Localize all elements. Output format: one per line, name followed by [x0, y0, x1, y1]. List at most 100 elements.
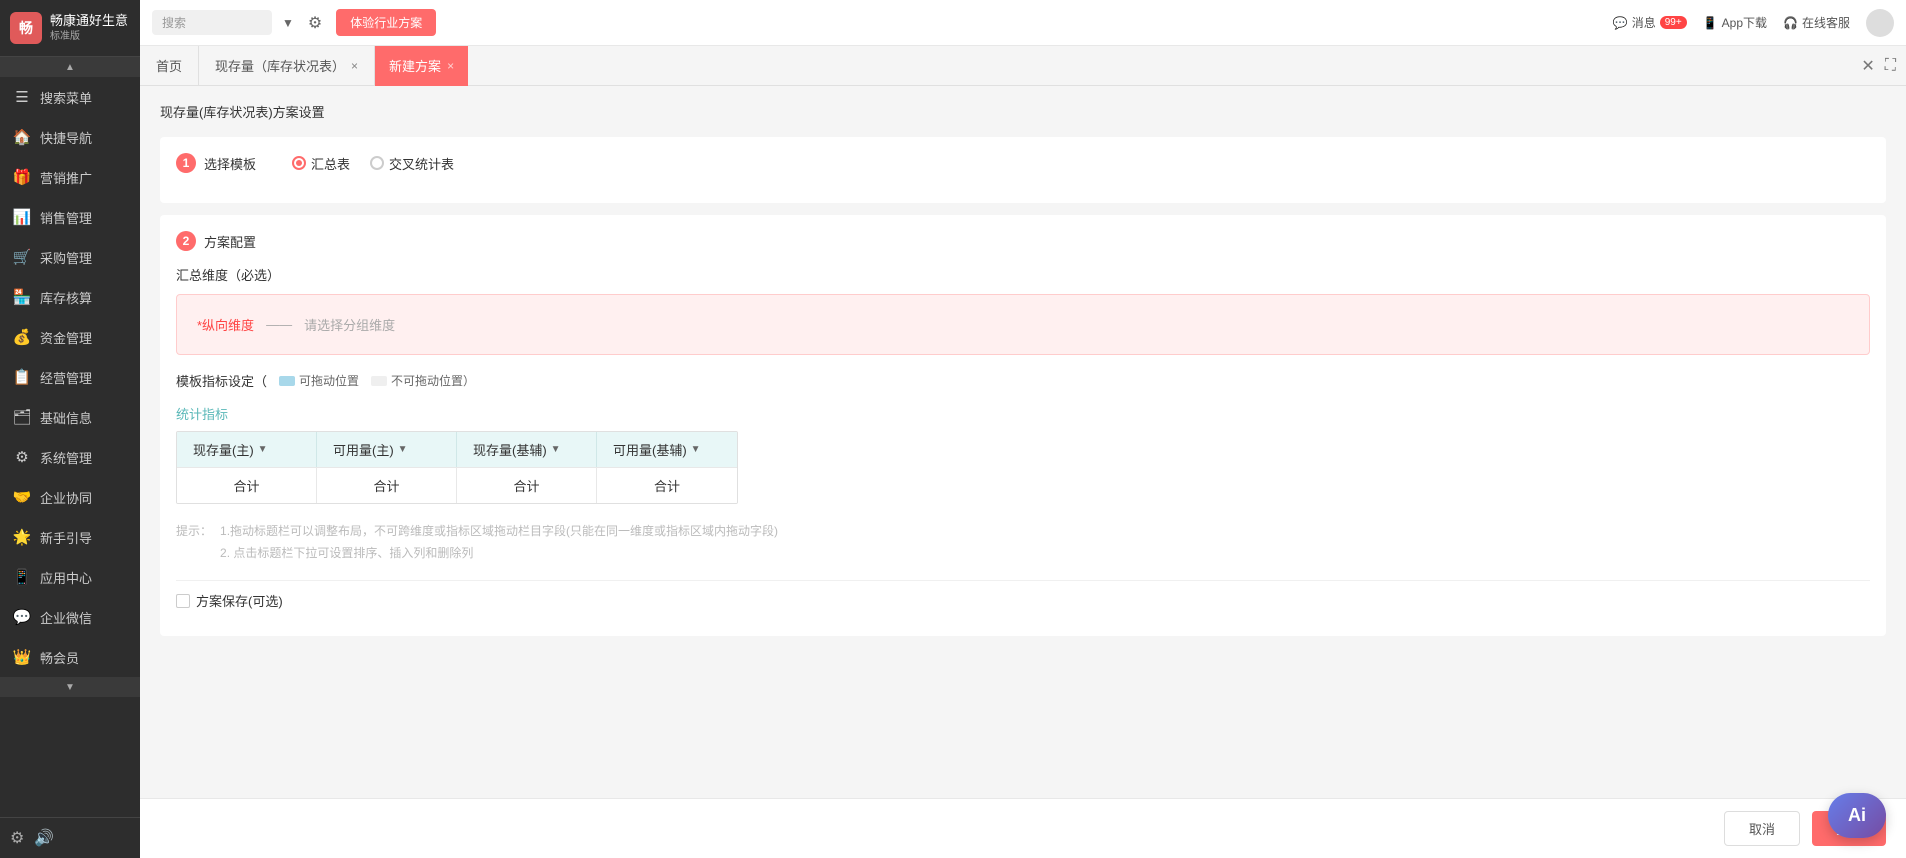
topbar-search-display: 搜索 — [152, 10, 272, 35]
basic-info-icon: 🗂 — [12, 407, 32, 427]
finance-icon: 💰 — [12, 327, 32, 347]
stats-col-2-label: 现存量(基辅) — [473, 440, 547, 459]
stats-body-col-2: 合计 — [457, 468, 597, 503]
app-center-icon: 📱 — [12, 567, 32, 587]
window-expand-icon[interactable]: ⛶ — [1885, 57, 1896, 75]
sidebar: 畅 畅康通好生意 标准版 ▲ ☰ 搜索菜单 🏠 快捷导航 🎁 营销推广 📊 销售… — [0, 0, 140, 858]
sidebar-item-purchase[interactable]: 🛒 采购管理 — [0, 237, 140, 277]
quick-nav-icon: 🏠 — [12, 127, 32, 147]
dimension-box[interactable]: *纵向维度 —— 请选择分组维度 — [176, 294, 1870, 355]
topbar-dropdown-icon[interactable]: ▼ — [282, 16, 294, 30]
tab-bar: 首页 现存量（库存状况表） × 新建方案 × ✕ ⛶ — [140, 46, 1906, 86]
draggable-label: 可拖动位置 — [299, 372, 359, 389]
message-label: 消息 — [1632, 14, 1656, 31]
app-download-button[interactable]: 📱 App下载 — [1703, 14, 1767, 31]
customer-service-button[interactable]: 🎧 在线客服 — [1783, 14, 1850, 31]
stats-header-col-0[interactable]: 现存量(主) ▼ — [177, 432, 317, 467]
tab-inventory-status[interactable]: 现存量（库存状况表） × — [199, 46, 375, 86]
stats-col-3-label: 可用量(基辅) — [613, 440, 687, 459]
tip-2-text: 2. 点击标题栏下拉可设置排序、插入列和删除列 — [220, 543, 473, 565]
topbar-gear-icon[interactable]: ⚙ — [308, 13, 322, 33]
user-avatar[interactable] — [1866, 9, 1894, 37]
app-subtitle: 标准版 — [50, 30, 128, 43]
sidebar-item-label: 畅会员 — [40, 648, 79, 667]
cancel-button[interactable]: 取消 — [1724, 811, 1800, 846]
sidebar-item-system[interactable]: ⚙ 系统管理 — [0, 437, 140, 477]
non-draggable-color-box — [371, 376, 387, 386]
sidebar-item-inventory[interactable]: 🏪 库存核算 — [0, 277, 140, 317]
step1-header: 1 选择模板 汇总表 交叉统计表 — [176, 153, 1870, 173]
stats-col-1-label: 可用量(主) — [333, 440, 394, 459]
sidebar-bottom: ⚙ 🔊 — [0, 817, 140, 858]
stats-header-col-1[interactable]: 可用量(主) ▼ — [317, 432, 457, 467]
search-menu-icon: ☰ — [12, 87, 32, 107]
draggable-color-box — [279, 376, 295, 386]
sidebar-item-wechat[interactable]: 💬 企业微信 — [0, 597, 140, 637]
content-area: 现存量(库存状况表)方案设置 1 选择模板 汇总表 交叉统计表 — [140, 86, 1906, 798]
tabs-window-controls: ✕ ⛶ — [1861, 56, 1906, 76]
download-icon: 📱 — [1703, 16, 1718, 30]
step1-section: 1 选择模板 汇总表 交叉统计表 — [160, 137, 1886, 203]
footer: 取消 查询 — [140, 798, 1906, 858]
stats-header-col-2[interactable]: 现存量(基辅) ▼ — [457, 432, 597, 467]
save-checkbox[interactable] — [176, 594, 190, 608]
sidebar-item-label: 库存核算 — [40, 288, 92, 307]
ai-bubble[interactable]: Ai — [1828, 793, 1886, 838]
radio-cross[interactable]: 交叉统计表 — [370, 154, 454, 173]
sidebar-item-label: 采购管理 — [40, 248, 92, 267]
step2-badge: 2 — [176, 231, 196, 251]
sidebar-item-label: 搜索菜单 — [40, 88, 92, 107]
save-option-label: 方案保存(可选) — [196, 591, 283, 610]
app-download-label: App下载 — [1722, 14, 1767, 31]
stats-body-col-1: 合计 — [317, 468, 457, 503]
stats-body-row: 合计 合计 合计 合计 — [177, 467, 737, 503]
dim-required-mark: *纵向维度 — [197, 315, 254, 334]
step1-badge: 1 — [176, 153, 196, 173]
tab-inventory-close[interactable]: × — [351, 59, 358, 73]
tab-home[interactable]: 首页 — [140, 46, 199, 86]
sidebar-item-label: 销售管理 — [40, 208, 92, 227]
template-indicators: 模板指标设定（ 可拖动位置 不可拖动位置） — [176, 371, 1870, 390]
sidebar-scroll-down[interactable]: ▼ — [0, 677, 140, 697]
non-draggable-label: 不可拖动位置） — [391, 372, 475, 389]
sidebar-item-enterprise[interactable]: 🤝 企业协同 — [0, 477, 140, 517]
sidebar-item-quick-nav[interactable]: 🏠 快捷导航 — [0, 117, 140, 157]
sidebar-item-basic-info[interactable]: 🗂 基础信息 — [0, 397, 140, 437]
tip-1-text: 1.拖动标题栏可以调整布局，不可跨维度或指标区域拖动栏目字段(只能在同一维度或指… — [220, 521, 778, 543]
tab-new-close[interactable]: × — [447, 59, 454, 73]
save-option: 方案保存(可选) — [176, 580, 1870, 620]
legend-non-draggable: 不可拖动位置） — [371, 372, 475, 389]
message-button[interactable]: 💬 消息 99+ — [1613, 14, 1687, 31]
radio-summary[interactable]: 汇总表 — [292, 154, 350, 173]
sidebar-item-marketing[interactable]: 🎁 营销推广 — [0, 157, 140, 197]
page-title: 现存量(库存状况表)方案设置 — [160, 102, 1886, 121]
sidebar-item-operation[interactable]: 📋 经营管理 — [0, 357, 140, 397]
app-logo: 畅 畅康通好生意 标准版 — [0, 0, 140, 57]
service-icon: 🎧 — [1783, 16, 1798, 30]
tab-new-plan[interactable]: 新建方案 × — [375, 46, 468, 86]
industry-plan-button[interactable]: 体验行业方案 — [336, 9, 436, 36]
sidebar-scroll-up[interactable]: ▲ — [0, 57, 140, 77]
sidebar-item-label: 基础信息 — [40, 408, 92, 427]
tips-section: 提示： 1.拖动标题栏可以调整布局，不可跨维度或指标区域拖动栏目字段(只能在同一… — [176, 521, 1870, 564]
sidebar-item-member[interactable]: 👑 畅会员 — [0, 637, 140, 677]
stats-header-col-3[interactable]: 可用量(基辅) ▼ — [597, 432, 737, 467]
enterprise-icon: 🤝 — [12, 487, 32, 507]
window-close-icon[interactable]: ✕ — [1861, 56, 1874, 76]
help-icon[interactable]: 🔊 — [34, 828, 54, 848]
sidebar-item-app-center[interactable]: 📱 应用中心 — [0, 557, 140, 597]
sidebar-item-sales[interactable]: 📊 销售管理 — [0, 197, 140, 237]
sidebar-item-finance[interactable]: 💰 资金管理 — [0, 317, 140, 357]
dim-placeholder: 请选择分组维度 — [304, 315, 395, 334]
logo-icon: 畅 — [10, 12, 42, 44]
chevron-down-icon-2: ▼ — [551, 444, 561, 455]
tab-home-label: 首页 — [156, 56, 182, 75]
sidebar-item-label: 企业微信 — [40, 608, 92, 627]
sales-icon: 📊 — [12, 207, 32, 227]
sidebar-item-newuser[interactable]: 🌟 新手引导 — [0, 517, 140, 557]
sidebar-item-label: 营销推广 — [40, 168, 92, 187]
app-title: 畅康通好生意 — [50, 13, 128, 30]
sidebar-item-search-menu[interactable]: ☰ 搜索菜单 — [0, 77, 140, 117]
sidebar-item-label: 资金管理 — [40, 328, 92, 347]
settings-icon[interactable]: ⚙ — [10, 828, 24, 848]
